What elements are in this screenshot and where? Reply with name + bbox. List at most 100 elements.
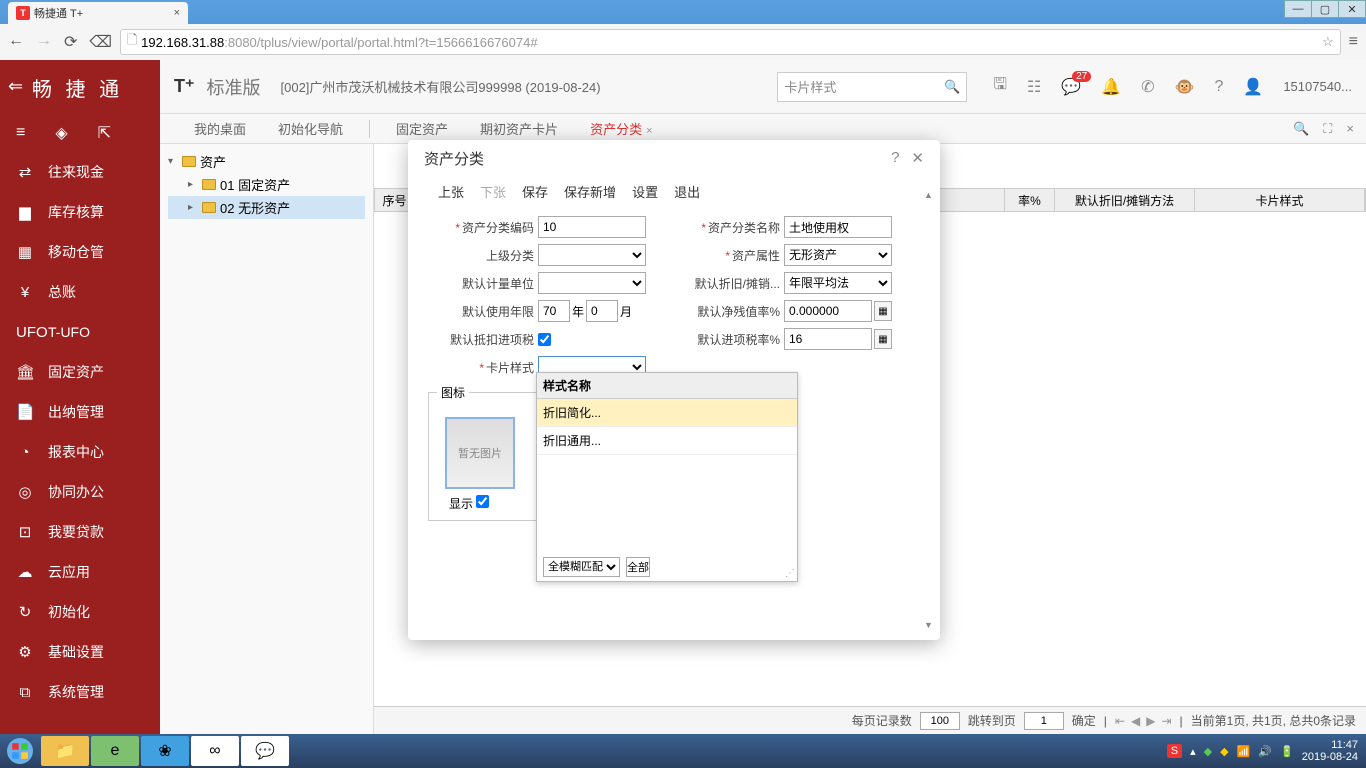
sidebar-item-8[interactable]: ◎协同办公 [0,472,160,512]
sidebar-mini-icon3[interactable]: ⇱ [98,123,111,143]
reload-icon[interactable]: ⟳ [64,32,77,52]
code-input[interactable] [538,216,646,238]
tab-init[interactable]: 初始化导航 [272,119,349,138]
dropdown-row-0[interactable]: 折旧简化... [537,399,797,427]
collapse-icon[interactable]: ▾ [168,156,178,167]
settings-button[interactable]: 设置 [632,182,658,201]
dep-method-select[interactable]: 年限平均法 [784,272,892,294]
header-search[interactable]: 卡片样式 🔍 [777,72,967,102]
attr-select[interactable]: 无形资产 [784,244,892,266]
last-page-icon[interactable]: ⇥ [1161,714,1171,728]
confirm-button[interactable]: 确定 [1072,712,1096,729]
residual-input[interactable] [784,300,872,322]
years-y-input[interactable] [538,300,570,322]
start-button[interactable] [0,734,40,768]
help-icon[interactable]: ? [1214,78,1223,96]
name-input[interactable] [784,216,892,238]
close-window[interactable]: ✕ [1338,0,1366,18]
taskbar-wechat[interactable]: 💬 [241,736,289,766]
tab-search-icon[interactable]: 🔍 [1293,121,1309,137]
tray-icon[interactable]: ◆ [1204,745,1212,758]
tray-arrow-icon[interactable]: ▴ [1190,745,1196,758]
user-icon[interactable]: 👤 [1243,77,1263,97]
sidebar-item-10[interactable]: ☁云应用 [0,552,160,592]
menu-icon[interactable]: ≡ [1349,33,1358,51]
save-new-button[interactable]: 保存新增 [564,182,616,201]
parent-select[interactable] [538,244,646,266]
show-checkbox[interactable] [476,495,489,508]
tray-icon[interactable]: ◆ [1220,745,1228,758]
close-icon[interactable]: ✕ [911,149,924,167]
next-page-icon[interactable]: ▶ [1146,714,1155,728]
tray-volume-icon[interactable]: 🔊 [1258,745,1272,758]
image-placeholder[interactable]: 暂无图片 [445,417,515,489]
message-icon[interactable]: 💬 [1061,77,1081,97]
sidebar-item-3[interactable]: ¥总账 [0,272,160,312]
tree-node-01[interactable]: ▸ 01 固定资产 [168,173,365,196]
dropdown-row-1[interactable]: 折旧通用... [537,427,797,455]
sidebar-item-5[interactable]: 🏛固定资产 [0,352,160,392]
tab-asset-class[interactable]: 资产分类× [584,119,658,138]
sidebar-mini-icon2[interactable]: ◈ [55,123,67,143]
search-icon[interactable]: 🔍 [944,79,960,95]
forward-icon[interactable]: → [36,32,52,52]
tray-battery-icon[interactable]: 🔋 [1280,745,1294,758]
calculator-icon[interactable]: ▦ [874,301,892,321]
exit-button[interactable]: 退出 [674,182,700,201]
sidebar-item-4[interactable]: UFOT-UFO [0,312,160,352]
calculator-icon[interactable]: ▦ [874,329,892,349]
url-box[interactable]: 🗋 192.168.31.88 :8080/tplus/view/portal/… [120,29,1341,55]
tab-expand-icon[interactable]: ⛶ [1323,121,1332,137]
prev-page-icon[interactable]: ◀ [1131,714,1140,728]
back-icon[interactable]: ← [8,32,24,52]
sidebar-item-1[interactable]: ▆库存核算 [0,192,160,232]
taskbar-ie[interactable]: e [91,736,139,766]
browser-tab[interactable]: T 畅捷通 T+ × [8,2,188,24]
save-button[interactable]: 保存 [522,182,548,201]
tab-desktop[interactable]: 我的桌面 [188,119,252,138]
taskbar-explorer[interactable]: 📁 [41,736,89,766]
phone-icon[interactable]: ✆ [1141,77,1154,97]
modal-scrollbar[interactable] [922,190,936,630]
tree-node-02[interactable]: ▸ 02 无形资产 [168,196,365,219]
sidebar-item-12[interactable]: ⚙基础设置 [0,632,160,672]
expand-icon[interactable]: ▸ [188,202,198,213]
home-icon[interactable]: ⌫ [89,32,112,52]
sidebar-item-6[interactable]: 📄出纳管理 [0,392,160,432]
tray-icon-s[interactable]: S [1167,744,1182,758]
sidebar-item-11[interactable]: ↻初始化 [0,592,160,632]
tree-root[interactable]: ▾ 资产 [168,150,365,173]
resize-handle-icon[interactable]: ⋰ [785,568,795,579]
sidebar-item-9[interactable]: ⊡我要贷款 [0,512,160,552]
sidebar-item-7[interactable]: ◔报表中心 [0,432,160,472]
match-mode-select[interactable]: 全模糊匹配 [543,557,620,577]
goto-input[interactable] [1024,712,1064,730]
sidebar-mini-icon[interactable]: ≡ [16,124,25,142]
deduct-checkbox[interactable] [538,333,551,346]
tab-close-icon[interactable]: × [174,7,180,19]
sidebar-item-2[interactable]: ▦移动仓管 [0,232,160,272]
sidebar-item-13[interactable]: ⧉系统管理 [0,672,160,712]
bell-icon[interactable]: 🔔 [1101,77,1121,97]
tax-input[interactable] [784,328,872,350]
first-page-icon[interactable]: ⇤ [1115,714,1125,728]
prev-button[interactable]: 上张 [438,182,464,201]
taskbar-app2[interactable]: ∞ [191,736,239,766]
sidebar-back-icon[interactable]: ⇐ [8,76,27,97]
minimize-window[interactable]: — [1284,0,1312,18]
taskbar-app1[interactable]: ❀ [141,736,189,766]
years-m-input[interactable] [586,300,618,322]
list-icon[interactable]: ☷ [1027,77,1041,97]
monkey-icon[interactable]: 🐵 [1175,77,1195,97]
maximize-window[interactable]: ▢ [1311,0,1339,18]
per-page-input[interactable] [920,712,960,730]
tab-initial-cards[interactable]: 期初资产卡片 [474,119,564,138]
all-button[interactable]: 全部 [626,557,650,577]
save-icon[interactable]: 🖫 [993,73,1007,100]
sidebar-item-0[interactable]: ⇄往来现金 [0,152,160,192]
close-icon[interactable]: × [646,125,652,137]
unit-select[interactable] [538,272,646,294]
help-icon[interactable]: ? [891,149,899,167]
tab-assets[interactable]: 固定资产 [390,119,454,138]
expand-icon[interactable]: ▸ [188,179,198,190]
